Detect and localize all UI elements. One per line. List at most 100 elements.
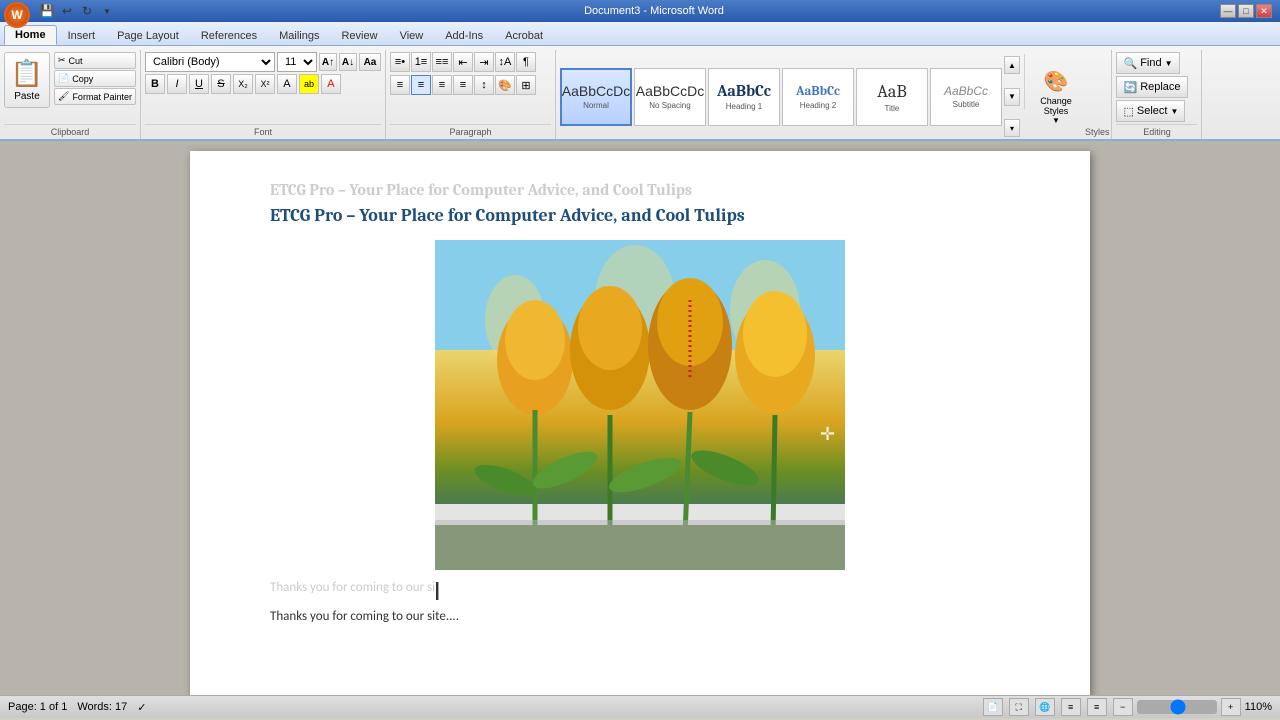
- bullets-button[interactable]: ≡•: [390, 52, 410, 72]
- styles-gallery: AaBbCcDc Normal AaBbCcDc No Spacing AaBb…: [560, 54, 1002, 139]
- tab-page-layout[interactable]: Page Layout: [106, 26, 190, 45]
- highlight-button[interactable]: ab: [299, 74, 319, 94]
- decrease-indent-button[interactable]: ⇤: [453, 52, 473, 72]
- editing-label: Editing: [1116, 124, 1197, 139]
- redo-quick-btn[interactable]: ↻: [78, 2, 96, 20]
- undo-quick-btn[interactable]: ↩: [58, 2, 76, 20]
- spell-check-icon[interactable]: ✓: [137, 701, 146, 714]
- style-subtitle[interactable]: AaBbCc Subtitle: [930, 68, 1002, 126]
- outline-button[interactable]: ≡: [1061, 698, 1081, 716]
- superscript-button[interactable]: X²: [255, 74, 275, 94]
- web-layout-button[interactable]: 🌐: [1035, 698, 1055, 716]
- replace-button[interactable]: 🔄 Replace: [1116, 76, 1187, 98]
- tab-view[interactable]: View: [389, 26, 435, 45]
- copy-icon: 📄: [58, 73, 69, 84]
- style-title[interactable]: AaB Title: [856, 68, 928, 126]
- document-title[interactable]: ETCG Pro – Your Place for Computer Advic…: [270, 205, 1010, 226]
- tab-addins[interactable]: Add-Ins: [434, 26, 494, 45]
- numbering-button[interactable]: 1≡: [411, 52, 431, 72]
- office-button[interactable]: W: [4, 2, 30, 28]
- paragraph-group: ≡• 1≡ ≡≡ ⇤ ⇥ ↕A ¶ ≡ ≡ ≡ ≡ ↕ 🎨 ⊞ Paragrap…: [386, 50, 556, 139]
- change-styles-arrow: ▼: [1052, 116, 1060, 125]
- style-heading2-label: Heading 2: [800, 101, 836, 110]
- increase-indent-button[interactable]: ⇥: [474, 52, 494, 72]
- svg-text:✛: ✛: [820, 424, 835, 444]
- multilevel-list-button[interactable]: ≡≡: [432, 52, 452, 72]
- shading-button[interactable]: 🎨: [495, 75, 515, 95]
- bold-button[interactable]: B: [145, 74, 165, 94]
- paste-icon: 📋: [11, 58, 43, 89]
- ribbon-tabs: Home Insert Page Layout References Maili…: [0, 22, 1280, 46]
- tab-home[interactable]: Home: [4, 25, 57, 45]
- zoom-slider[interactable]: [1137, 700, 1217, 714]
- borders-button[interactable]: ⊞: [516, 75, 536, 95]
- paste-button[interactable]: 📋 Paste: [4, 52, 50, 108]
- find-button[interactable]: 🔍 Find ▼: [1116, 52, 1179, 74]
- style-heading2[interactable]: AaBbCc Heading 2: [782, 68, 854, 126]
- close-button[interactable]: ✕: [1256, 4, 1272, 18]
- subscript-button[interactable]: X₂: [233, 74, 253, 94]
- cut-button[interactable]: ✂ Cut: [54, 52, 136, 69]
- status-right: 📄 ⛶ 🌐 ≡ ≡ − + 110%: [983, 698, 1272, 716]
- style-no-spacing[interactable]: AaBbCcDc No Spacing: [634, 68, 706, 126]
- styles-scroll-up[interactable]: ▲: [1004, 56, 1020, 74]
- change-styles-button[interactable]: 🎨 Change Styles ▼: [1027, 54, 1085, 139]
- styles-more[interactable]: ▾: [1004, 119, 1020, 137]
- faded-text-row: Thanks you for coming to our si: [270, 580, 1010, 601]
- full-screen-button[interactable]: ⛶: [1009, 698, 1029, 716]
- tab-review[interactable]: Review: [330, 26, 388, 45]
- style-normal-preview: AaBbCcDc: [562, 83, 630, 99]
- draft-button[interactable]: ≡: [1087, 698, 1107, 716]
- font-name-select[interactable]: Calibri (Body): [145, 52, 275, 72]
- tab-insert[interactable]: Insert: [57, 26, 107, 45]
- style-normal[interactable]: AaBbCcDc Normal: [560, 68, 632, 126]
- strikethrough-button[interactable]: S: [211, 74, 231, 94]
- italic-button[interactable]: I: [167, 74, 187, 94]
- copy-button[interactable]: 📄 Copy: [54, 70, 136, 87]
- font-size-select[interactable]: 11: [277, 52, 317, 72]
- find-icon: 🔍: [1123, 57, 1137, 70]
- font-color-button[interactable]: A: [321, 74, 341, 94]
- style-heading1[interactable]: AaBbCc Heading 1: [708, 68, 780, 126]
- clipboard-group: 📋 Paste ✂ Cut 📄 Copy 🖌 Format Painter: [0, 50, 141, 139]
- show-formatting-button[interactable]: ¶: [516, 52, 536, 72]
- zoom-control: − + 110%: [1113, 698, 1272, 716]
- format-painter-button[interactable]: 🖌 Format Painter: [54, 88, 136, 105]
- align-right-button[interactable]: ≡: [432, 75, 452, 95]
- align-left-button[interactable]: ≡: [390, 75, 410, 95]
- tab-acrobat[interactable]: Acrobat: [494, 26, 554, 45]
- tab-mailings[interactable]: Mailings: [268, 26, 330, 45]
- sort-button[interactable]: ↕A: [495, 52, 515, 72]
- cut-icon: ✂: [58, 55, 66, 66]
- select-button[interactable]: ⬚ Select ▼: [1116, 100, 1185, 122]
- document-page[interactable]: ETCG Pro – Your Place for Computer Advic…: [190, 151, 1090, 695]
- page-info: Page: 1 of 1: [8, 701, 67, 713]
- more-quick-btn[interactable]: ▼: [98, 2, 116, 20]
- zoom-out-button[interactable]: −: [1113, 698, 1133, 716]
- style-title-label: Title: [885, 104, 900, 113]
- document-text-faded: Thanks you for coming to our si: [270, 580, 435, 595]
- font-row-1: Calibri (Body) 11 A↑ A↓ Aa: [145, 52, 381, 72]
- ribbon: 📋 Paste ✂ Cut 📄 Copy 🖌 Format Painter: [0, 46, 1280, 141]
- text-effects-button[interactable]: A: [277, 74, 297, 94]
- font-shrink-button[interactable]: A↓: [339, 53, 357, 71]
- window-controls[interactable]: — □ ✕: [1220, 4, 1272, 18]
- line-spacing-button[interactable]: ↕: [474, 75, 494, 95]
- font-label: Font: [145, 124, 381, 139]
- align-center-button[interactable]: ≡: [411, 75, 431, 95]
- font-grow-button[interactable]: A↑: [319, 53, 337, 71]
- clipboard-label: Clipboard: [4, 124, 136, 139]
- print-layout-button[interactable]: 📄: [983, 698, 1003, 716]
- clear-format-button[interactable]: Aa: [359, 53, 381, 71]
- style-subtitle-preview: AaBbCc: [944, 84, 988, 98]
- tab-references[interactable]: References: [190, 26, 268, 45]
- document-text[interactable]: Thanks you for coming to our site....: [270, 609, 1010, 624]
- restore-button[interactable]: □: [1238, 4, 1254, 18]
- minimize-button[interactable]: —: [1220, 4, 1236, 18]
- style-no-spacing-preview: AaBbCcDc: [636, 83, 704, 99]
- save-quick-btn[interactable]: 💾: [38, 2, 56, 20]
- zoom-in-button[interactable]: +: [1221, 698, 1241, 716]
- underline-button[interactable]: U: [189, 74, 209, 94]
- justify-button[interactable]: ≡: [453, 75, 473, 95]
- styles-scroll-down[interactable]: ▼: [1004, 88, 1020, 106]
